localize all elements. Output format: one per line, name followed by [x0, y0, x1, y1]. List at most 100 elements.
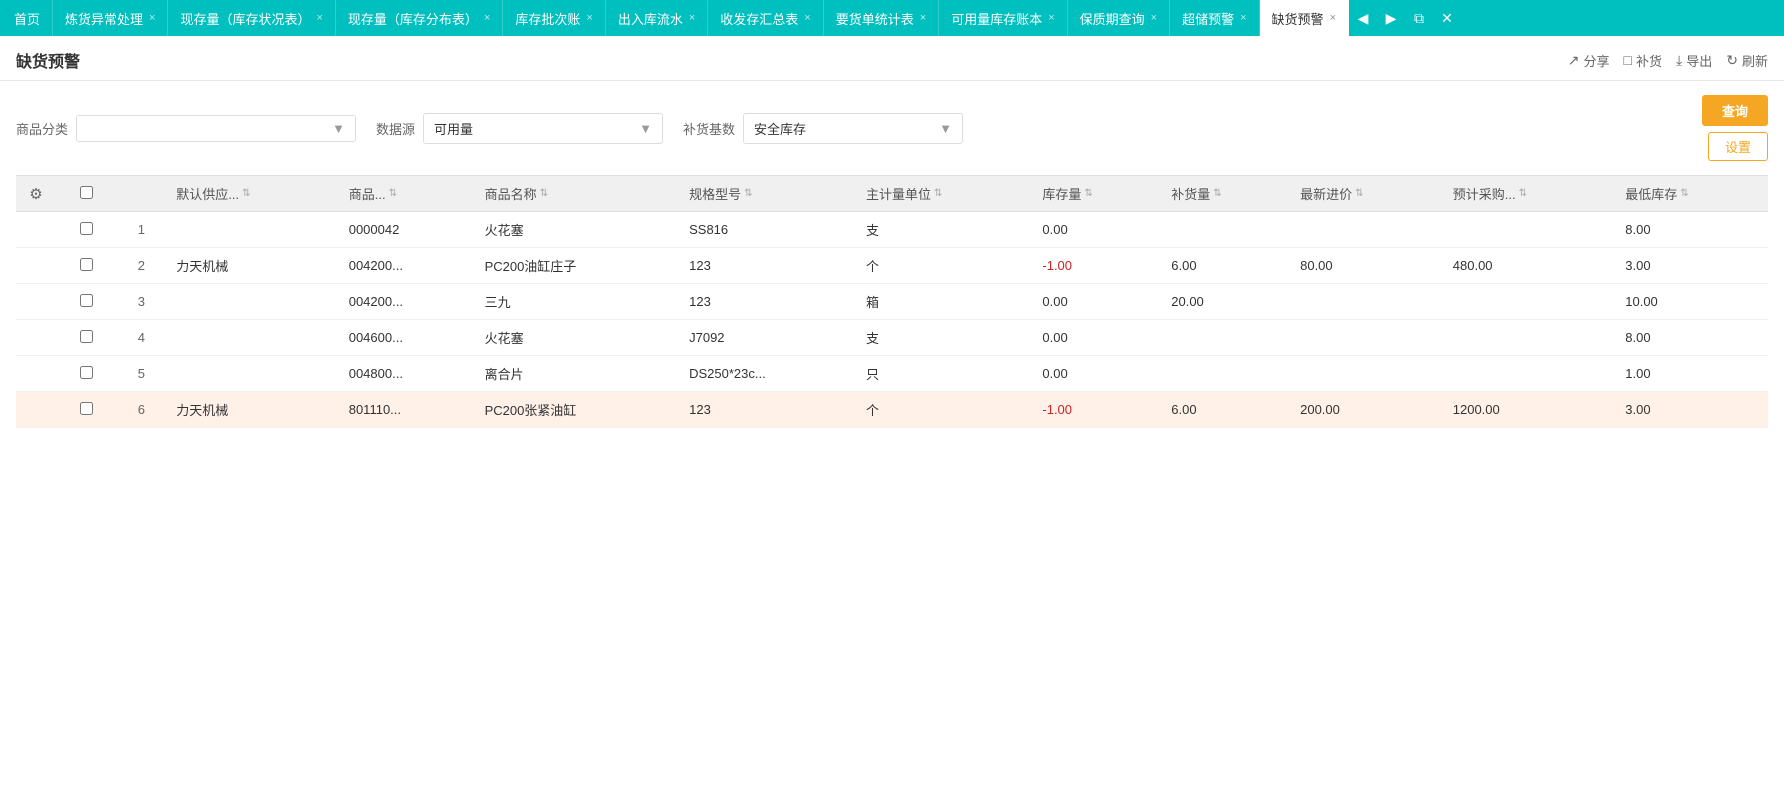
row-est-purchase-5: 1200.00 [1443, 392, 1615, 428]
col-latest-price-header[interactable]: 最新进价 ⇅ [1290, 176, 1443, 212]
row-supplier-5: 力天机械 [166, 392, 338, 428]
tab-next-btn[interactable]: ▶ [1377, 0, 1405, 36]
page-title: 缺货预警 [16, 48, 80, 72]
row-gear-3 [16, 320, 56, 356]
table-row: 1 0000042 火花塞 SS816 支 0.00 8.00 [16, 212, 1768, 248]
row-gear-5 [16, 392, 56, 428]
tab-prev-btn[interactable]: ◀ [1349, 0, 1377, 36]
tab-home[interactable]: 首页 [2, 0, 53, 36]
row-stock-4: 0.00 [1032, 356, 1161, 392]
tab-close-overstock[interactable]: × [1240, 12, 1246, 24]
row-num-3: 4 [116, 320, 166, 356]
row-unit-2: 箱 [856, 284, 1032, 320]
row-select-2[interactable] [80, 294, 93, 307]
tab-inventory-dist[interactable]: 现存量（库存分布表） × [336, 0, 503, 36]
tab-inventory-status[interactable]: 现存量（库存状况表） × [168, 0, 335, 36]
tab-close-inout-flow[interactable]: × [689, 12, 695, 24]
query-button[interactable]: 查询 [1702, 95, 1768, 126]
row-select-5[interactable] [80, 402, 93, 415]
refresh-button[interactable]: ↻ 刷新 [1726, 51, 1768, 70]
col-est-purchase-header[interactable]: 预计采购... ⇅ [1443, 176, 1615, 212]
close-all-btn[interactable]: ✕ [1433, 0, 1461, 36]
tab-overstock[interactable]: 超储预警 × [1170, 0, 1259, 36]
col-product-name-header[interactable]: 商品名称 ⇅ [475, 176, 680, 212]
data-table: ⚙ 默认供应... ⇅ 商品... [16, 175, 1768, 428]
row-stock-0: 0.00 [1032, 212, 1161, 248]
restore-btn[interactable]: ⧉ [1405, 0, 1433, 36]
row-gear-0 [16, 212, 56, 248]
tab-available-ledger[interactable]: 可用量库存账本 × [939, 0, 1067, 36]
row-unit-0: 支 [856, 212, 1032, 248]
table-row: 5 004800... 离合片 DS250*23c... 只 0.00 1.00 [16, 356, 1768, 392]
row-checkbox-1 [56, 248, 116, 284]
col-supplier-header[interactable]: 默认供应... ⇅ [166, 176, 338, 212]
sort-min-stock-icon: ⇅ [1680, 188, 1688, 199]
tab-close-batch-account[interactable]: × [586, 12, 592, 24]
category-arrow-icon: ▼ [332, 121, 345, 136]
header-actions: ↗ 分享 □ 补货 ⤓ 导出 ↻ 刷新 [1568, 51, 1768, 70]
tab-shortage[interactable]: 缺货预警 × [1260, 0, 1349, 36]
category-label: 商品分类 [16, 119, 68, 138]
tab-batch-account[interactable]: 库存批次账 × [503, 0, 605, 36]
sort-spec-icon: ⇅ [744, 188, 752, 199]
category-filter: 商品分类 ▼ [16, 115, 356, 142]
row-select-3[interactable] [80, 330, 93, 343]
row-latest-price-2 [1290, 284, 1443, 320]
row-est-purchase-4 [1443, 356, 1615, 392]
replenish-select[interactable]: 安全库存 ▼ [743, 113, 963, 144]
col-stock-header[interactable]: 库存量 ⇅ [1032, 176, 1161, 212]
tab-order-stats[interactable]: 要货单统计表 × [824, 0, 939, 36]
row-select-1[interactable] [80, 258, 93, 271]
settings-button[interactable]: 设置 [1708, 132, 1768, 161]
col-replenish-qty-header[interactable]: 补货量 ⇅ [1161, 176, 1290, 212]
row-stock-3: 0.00 [1032, 320, 1161, 356]
table-row: 6 力天机械 801110... PC200张紧油缸 123 个 -1.00 6… [16, 392, 1768, 428]
row-gear-1 [16, 248, 56, 284]
sort-stock-icon: ⇅ [1084, 188, 1092, 199]
export-button[interactable]: ⤓ 导出 [1676, 51, 1712, 70]
replenish-arrow-icon: ▼ [939, 121, 952, 136]
share-icon: ↗ [1568, 52, 1580, 69]
row-spec-0: SS816 [679, 212, 856, 248]
tab-close-inventory-status[interactable]: × [316, 12, 322, 24]
tab-collect-summary[interactable]: 收发存汇总表 × [708, 0, 823, 36]
row-checkbox-3 [56, 320, 116, 356]
row-replenish-qty-4 [1161, 356, 1290, 392]
col-min-stock-header[interactable]: 最低库存 ⇅ [1615, 176, 1768, 212]
tab-close-collect-summary[interactable]: × [804, 12, 810, 24]
tab-close-expiry[interactable]: × [1151, 12, 1157, 24]
tab-close-order-stats[interactable]: × [920, 12, 926, 24]
row-latest-price-1: 80.00 [1290, 248, 1443, 284]
tab-expiry[interactable]: 保质期查询 × [1068, 0, 1170, 36]
row-select-0[interactable] [80, 222, 93, 235]
select-all-checkbox[interactable] [80, 186, 93, 199]
row-min-stock-3: 8.00 [1615, 320, 1768, 356]
row-spec-4: DS250*23c... [679, 356, 856, 392]
category-select[interactable]: ▼ [76, 115, 356, 142]
tab-bar: 首页 炼货异常处理 × 现存量（库存状况表） × 现存量（库存分布表） × 库存… [0, 0, 1784, 36]
share-button[interactable]: ↗ 分享 [1568, 51, 1610, 70]
tab-close-shortage[interactable]: × [1330, 12, 1336, 24]
row-unit-3: 支 [856, 320, 1032, 356]
row-min-stock-4: 1.00 [1615, 356, 1768, 392]
tab-inout-flow[interactable]: 出入库流水 × [606, 0, 708, 36]
col-unit-header[interactable]: 主计量单位 ⇅ [856, 176, 1032, 212]
row-name-3: 火花塞 [475, 320, 680, 356]
row-checkbox-5 [56, 392, 116, 428]
page-header: 缺货预警 ↗ 分享 □ 补货 ⤓ 导出 ↻ 刷新 [0, 36, 1784, 81]
col-product-code-header[interactable]: 商品... ⇅ [339, 176, 475, 212]
datasource-arrow-icon: ▼ [639, 121, 652, 136]
tab-close-abnormal[interactable]: × [149, 12, 155, 24]
row-est-purchase-0 [1443, 212, 1615, 248]
tab-close-inventory-dist[interactable]: × [484, 12, 490, 24]
row-select-4[interactable] [80, 366, 93, 379]
tab-abnormal[interactable]: 炼货异常处理 × [53, 0, 168, 36]
gear-button[interactable]: ⚙ [29, 185, 42, 203]
replenish-button[interactable]: □ 补货 [1624, 51, 1662, 70]
replenish-label: 补货基数 [683, 119, 735, 138]
row-replenish-qty-5: 6.00 [1161, 392, 1290, 428]
table-row: 2 力天机械 004200... PC200油缸庄子 123 个 -1.00 6… [16, 248, 1768, 284]
datasource-select[interactable]: 可用量 ▼ [423, 113, 663, 144]
col-spec-header[interactable]: 规格型号 ⇅ [679, 176, 856, 212]
tab-close-available-ledger[interactable]: × [1048, 12, 1054, 24]
